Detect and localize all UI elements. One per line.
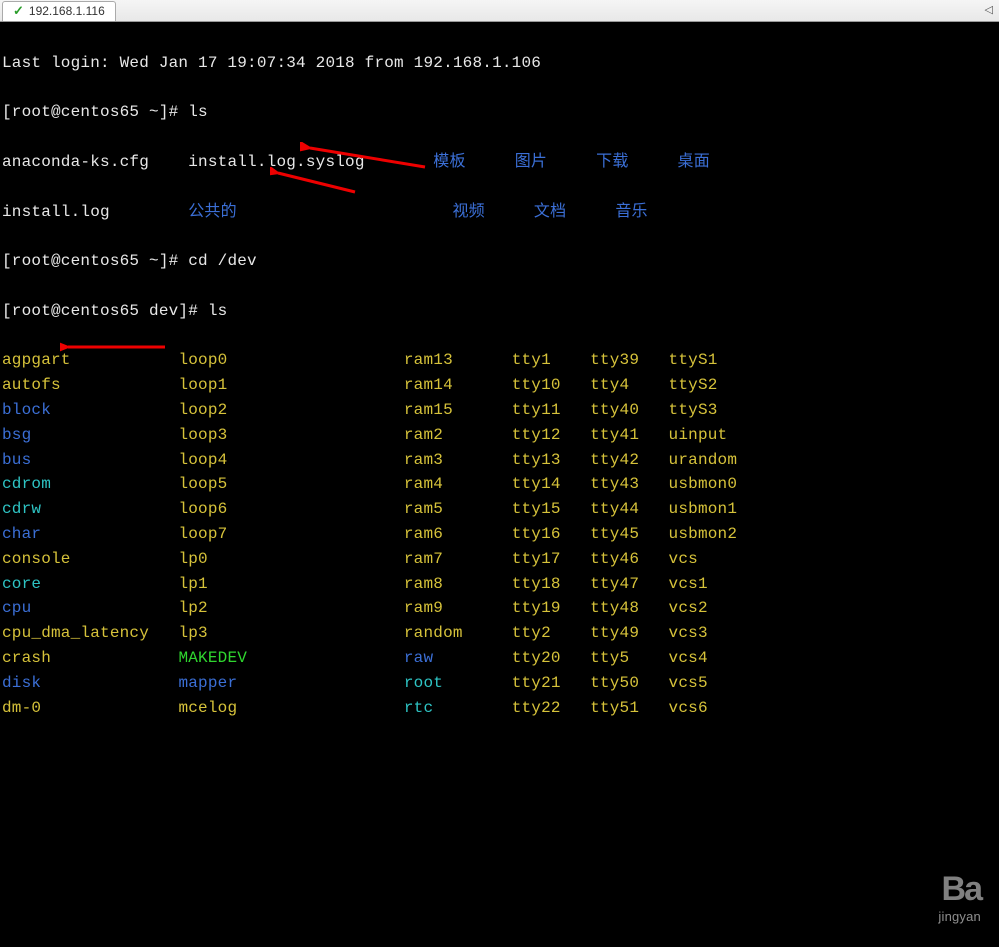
dev-row: block loop2 ram15 tty11 tty40 ttyS3 [2,398,997,423]
prompt-line-2: [root@centos65 ~]# cd /dev [2,249,997,274]
dev-row: agpgart loop0 ram13 tty1 tty39 ttyS1 [2,348,997,373]
dev-row: cdrw loop6 ram5 tty15 tty44 usbmon1 [2,497,997,522]
dev-row: cpu lp2 ram9 tty19 tty48 vcs2 [2,596,997,621]
dev-row: core lp1 ram8 tty18 tty47 vcs1 [2,572,997,597]
dev-row: autofs loop1 ram14 tty10 tty4 ttyS2 [2,373,997,398]
session-tab[interactable]: ✓ 192.168.1.116 [2,1,116,21]
check-icon: ✓ [13,3,24,19]
collapse-arrow-icon[interactable]: ◁ [985,3,993,16]
dev-row: char loop7 ram6 tty16 tty45 usbmon2 [2,522,997,547]
session-ip: 192.168.1.116 [29,4,105,18]
prompt-line-1: [root@centos65 ~]# ls [2,100,997,125]
prompt-line-3: [root@centos65 dev]# ls [2,299,997,324]
ls-home-row-2: install.log 公共的 视频 文档 音乐 [2,200,997,225]
dev-row: cpu_dma_latency lp3 random tty2 tty49 vc… [2,621,997,646]
dev-listing: agpgart loop0 ram13 tty1 tty39 ttyS1auto… [2,348,997,720]
ls-home-row-1: anaconda-ks.cfg install.log.syslog 模板 图片… [2,150,997,175]
titlebar: ✓ 192.168.1.116 ◁ [0,0,999,22]
dev-row: dm-0 mcelog rtc tty22 tty51 vcs6 [2,696,997,721]
last-login-line: Last login: Wed Jan 17 19:07:34 2018 fro… [2,51,997,76]
dev-row: cdrom loop5 ram4 tty14 tty43 usbmon0 [2,472,997,497]
dev-row: bsg loop3 ram2 tty12 tty41 uinput [2,423,997,448]
dev-row: crash MAKEDEV raw tty20 tty5 vcs4 [2,646,997,671]
watermark-sub: jingyan [938,907,981,927]
dev-row: bus loop4 ram3 tty13 tty42 urandom [2,448,997,473]
terminal-output[interactable]: Last login: Wed Jan 17 19:07:34 2018 fro… [0,22,999,947]
dev-row: disk mapper root tty21 tty50 vcs5 [2,671,997,696]
dev-row: console lp0 ram7 tty17 tty46 vcs [2,547,997,572]
